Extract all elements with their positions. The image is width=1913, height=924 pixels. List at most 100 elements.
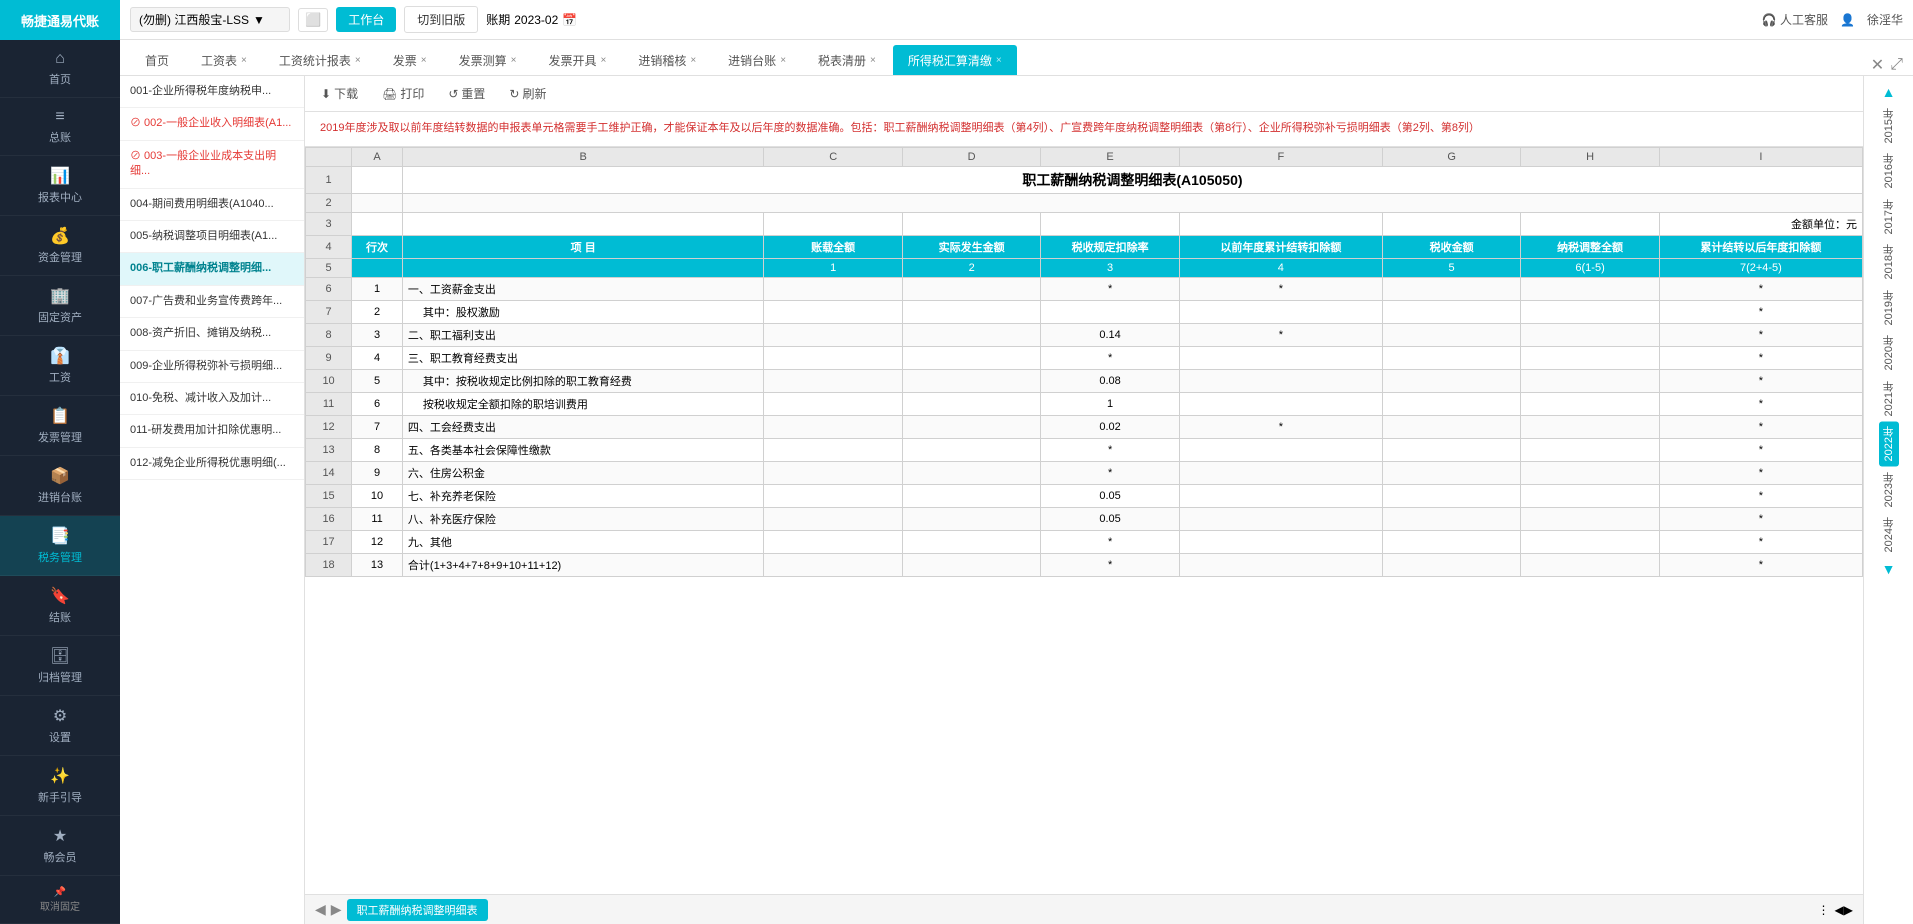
cell-6-G[interactable] (1382, 277, 1520, 300)
cell-16-C[interactable] (764, 507, 902, 530)
cell-7-G[interactable] (1382, 300, 1520, 323)
cell-18-G[interactable] (1382, 553, 1520, 576)
cell-18-C[interactable] (764, 553, 902, 576)
list-item-006[interactable]: 006-职工薪酬纳税调整明细... (120, 253, 304, 285)
cell-15-G[interactable] (1382, 484, 1520, 507)
tab-payroll-stats[interactable]: 工资统计报表 × (264, 45, 376, 75)
cell-14-E[interactable]: * (1041, 461, 1179, 484)
reset-button[interactable]: ↺ 重置 (442, 82, 491, 105)
cell-8-H[interactable] (1521, 323, 1659, 346)
cell-16-G[interactable] (1382, 507, 1520, 530)
cell-10-E[interactable]: 0.08 (1041, 369, 1179, 392)
sidebar-item-funds[interactable]: 💰 资金管理 (0, 216, 120, 276)
cell-15-E[interactable]: 0.05 (1041, 484, 1179, 507)
year-2022[interactable]: 2022年 (1879, 421, 1899, 466)
cell-18-F[interactable] (1179, 553, 1382, 576)
year-2016[interactable]: 2016年 (1879, 148, 1899, 193)
list-item-010[interactable]: 010-免税、减计收入及加计... (120, 383, 304, 415)
list-item-009[interactable]: 009-企业所得税弥补亏损明细... (120, 351, 304, 383)
cell-12-E[interactable]: 0.02 (1041, 415, 1179, 438)
year-2021[interactable]: 2021年 (1879, 376, 1899, 421)
cell-10-seq[interactable]: 5 (352, 369, 403, 392)
cell-13-label[interactable]: 五、各类基本社会保障性缴款 (402, 438, 764, 461)
tab-income-tax[interactable]: 所得税汇算清缴 × (893, 45, 1017, 75)
sidebar-item-ledger[interactable]: ≡ 总账 (0, 98, 120, 156)
list-item-002[interactable]: ⊘ 002-一般企业收入明细表(A1... (120, 108, 304, 140)
sidebar-item-reports[interactable]: 📊 报表中心 (0, 156, 120, 216)
cell-10-label[interactable]: 其中：按税收规定比例扣除的职工教育经费 (402, 369, 764, 392)
cell-17-E[interactable]: * (1041, 530, 1179, 553)
cell-12-seq[interactable]: 7 (352, 415, 403, 438)
bottom-tab-label[interactable]: 职工薪酬纳税调整明细表 (347, 899, 488, 921)
sidebar-item-purchasesales[interactable]: 📦 进销台账 (0, 456, 120, 516)
cell-8-G[interactable] (1382, 323, 1520, 346)
tab-income-tax-close[interactable]: × (996, 55, 1002, 66)
cell-14-I[interactable]: * (1659, 461, 1862, 484)
cell-12-C[interactable] (764, 415, 902, 438)
cell-7-E[interactable] (1041, 300, 1179, 323)
year-2023[interactable]: 2023年 (1879, 467, 1899, 512)
cell-14-D[interactable] (902, 461, 1040, 484)
cell-12-label[interactable]: 四、工会经费支出 (402, 415, 764, 438)
cell-17-G[interactable] (1382, 530, 1520, 553)
cell-10-F[interactable] (1179, 369, 1382, 392)
year-2015[interactable]: 2015年 (1879, 103, 1899, 148)
cell-10-H[interactable] (1521, 369, 1659, 392)
cell-7-D[interactable] (902, 300, 1040, 323)
cell-6-D[interactable] (902, 277, 1040, 300)
cell-9-seq[interactable]: 4 (352, 346, 403, 369)
cell-11-G[interactable] (1382, 392, 1520, 415)
cell-9-C[interactable] (764, 346, 902, 369)
cell-11-E[interactable]: 1 (1041, 392, 1179, 415)
sidebar-item-close[interactable]: 🔖 结账 (0, 576, 120, 636)
year-up-icon[interactable]: ▲ (1879, 81, 1899, 103)
tab-invoice-close[interactable]: × (421, 55, 427, 66)
list-item-005[interactable]: 005-纳税调整项目明细表(A1... (120, 221, 304, 253)
cell-7-label[interactable]: 其中：股权激励 (402, 300, 764, 323)
sidebar-item-member[interactable]: ★ 畅会员 (0, 816, 120, 876)
cell-8-I[interactable]: * (1659, 323, 1862, 346)
cell-15-F[interactable] (1179, 484, 1382, 507)
cell-16-E[interactable]: 0.05 (1041, 507, 1179, 530)
more-options-icon[interactable]: ⋮ (1818, 903, 1830, 917)
cell-16-I[interactable]: * (1659, 507, 1862, 530)
list-item-008[interactable]: 008-资产折旧、摊销及纳税... (120, 318, 304, 350)
tab-tax-book[interactable]: 税表清册 × (803, 45, 891, 75)
cell-14-H[interactable] (1521, 461, 1659, 484)
cell-12-I[interactable]: * (1659, 415, 1862, 438)
tab-account[interactable]: 进销台账 × (713, 45, 801, 75)
cell-6-E[interactable]: * (1041, 277, 1179, 300)
cell-13-seq[interactable]: 8 (352, 438, 403, 461)
cell-8-label[interactable]: 二、职工福利支出 (402, 323, 764, 346)
maximize-icon[interactable]: ⤢ (1890, 56, 1903, 74)
tab-payroll[interactable]: 工资表 × (186, 45, 262, 75)
cell-13-D[interactable] (902, 438, 1040, 461)
cell-6-C[interactable] (764, 277, 902, 300)
cell-11-D[interactable] (902, 392, 1040, 415)
cell-8-C[interactable] (764, 323, 902, 346)
cell-14-F[interactable] (1179, 461, 1382, 484)
cell-11-label[interactable]: 按税收规定全额扣除的职培训费用 (402, 392, 764, 415)
cell-14-label[interactable]: 六、住房公积金 (402, 461, 764, 484)
year-2024[interactable]: 2024年 (1879, 512, 1899, 557)
refresh-button[interactable]: ↻ 刷新 (503, 82, 552, 105)
cell-10-G[interactable] (1382, 369, 1520, 392)
cell-9-E[interactable]: * (1041, 346, 1179, 369)
cell-6-H[interactable] (1521, 277, 1659, 300)
cell-11-F[interactable] (1179, 392, 1382, 415)
spreadsheet-container[interactable]: A B C D E F G H I (305, 147, 1863, 894)
tab-invoice-open[interactable]: 发票开具 × (533, 45, 621, 75)
cell-18-seq[interactable]: 13 (352, 553, 403, 576)
cell-16-H[interactable] (1521, 507, 1659, 530)
list-item-007[interactable]: 007-广告费和业务宣传费跨年... (120, 286, 304, 318)
cell-7-I[interactable]: * (1659, 300, 1862, 323)
year-2018[interactable]: 2018年 (1879, 239, 1899, 284)
cell-15-I[interactable]: * (1659, 484, 1862, 507)
cell-11-C[interactable] (764, 392, 902, 415)
tab-invoice[interactable]: 发票 × (378, 45, 442, 75)
cell-13-H[interactable] (1521, 438, 1659, 461)
sidebar-item-guide[interactable]: ✨ 新手引导 (0, 756, 120, 816)
sidebar-item-invoice[interactable]: 📋 发票管理 (0, 396, 120, 456)
cell-15-D[interactable] (902, 484, 1040, 507)
cell-17-H[interactable] (1521, 530, 1659, 553)
